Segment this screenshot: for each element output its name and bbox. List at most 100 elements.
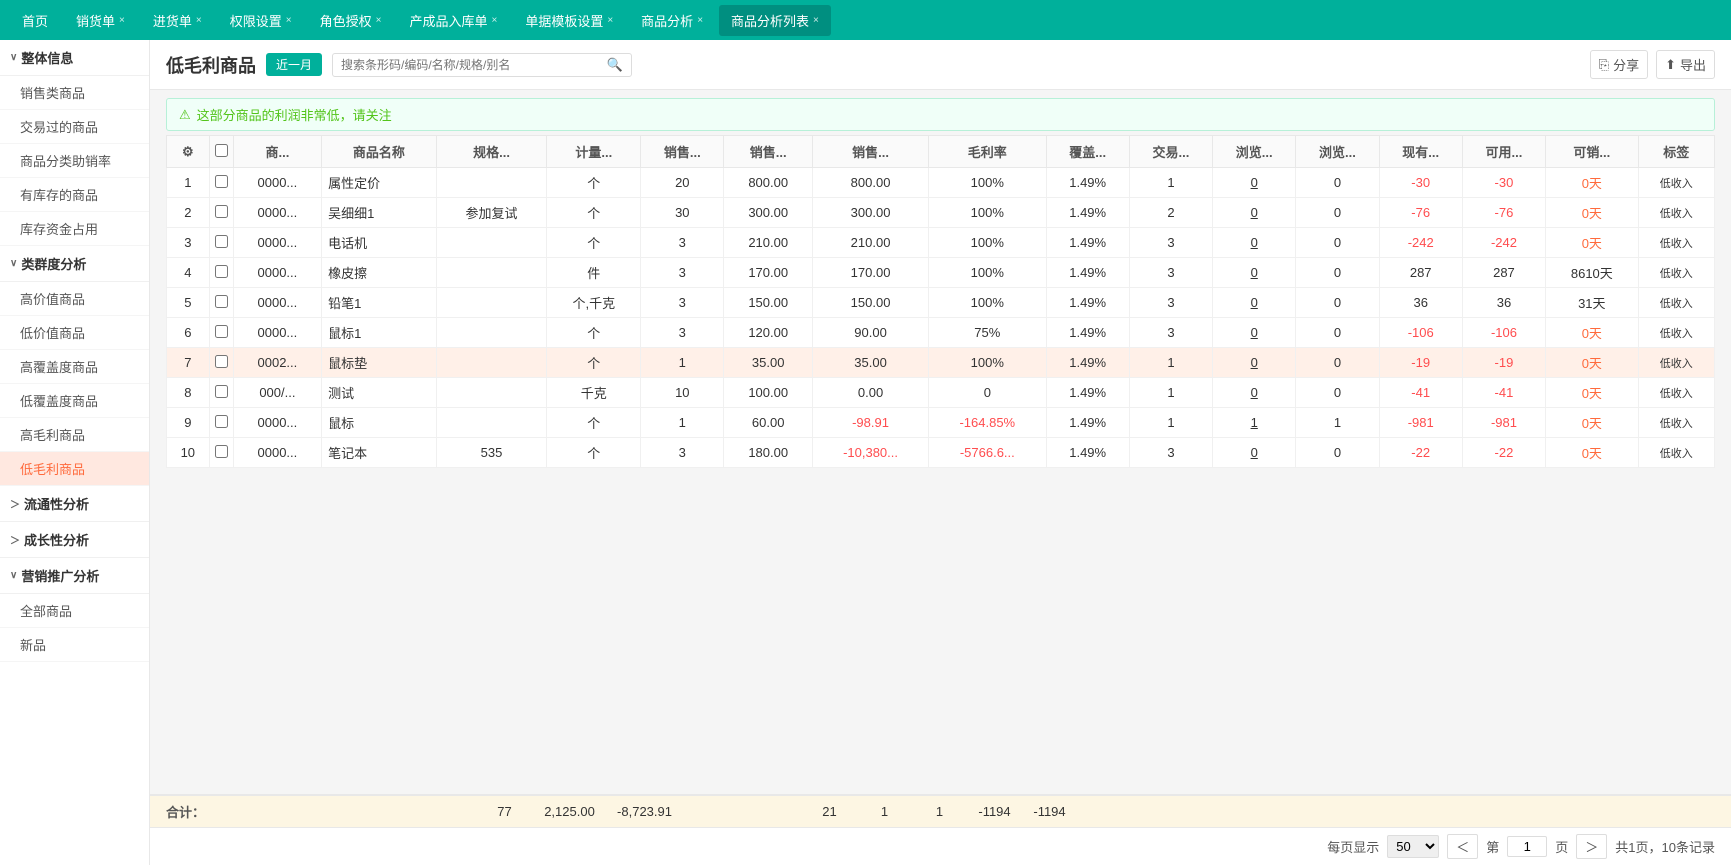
col-margin-header[interactable]: 毛利率 <box>929 136 1046 168</box>
period-button[interactable]: 近一月 <box>266 53 322 76</box>
close-icon[interactable]: × <box>376 15 382 26</box>
nav-sales-order[interactable]: 销货单 × <box>64 5 137 36</box>
nav-permission[interactable]: 权限设置 × <box>218 5 304 36</box>
nav-template-settings[interactable]: 单据模板设置 × <box>513 5 625 36</box>
col-sale-qty-header[interactable]: 销售... <box>641 136 724 168</box>
row-sale-amt: 35.00 <box>724 348 813 378</box>
row-checkbox[interactable] <box>215 295 228 308</box>
sidebar-group-title-cluster[interactable]: ∨ 类群度分析 <box>0 246 149 282</box>
col-trade-header[interactable]: 交易... <box>1129 136 1212 168</box>
row-view1[interactable]: 0 <box>1213 318 1296 348</box>
sidebar-item-high-coverage[interactable]: 高覆盖度商品 <box>0 350 149 384</box>
col-setting[interactable]: ⚙ <box>167 136 210 168</box>
per-page-select[interactable]: 50 100 <box>1387 835 1439 858</box>
sidebar-item-category-rate[interactable]: 商品分类助销率 <box>0 144 149 178</box>
table-row: 4 0000... 橡皮擦 件 3 170.00 170.00 100% 1.4… <box>167 258 1715 288</box>
col-coverage-header[interactable]: 覆盖... <box>1046 136 1129 168</box>
sidebar-item-high-margin[interactable]: 高毛利商品 <box>0 418 149 452</box>
row-checkbox-cell[interactable] <box>209 168 233 198</box>
col-sale-profit-header[interactable]: 销售... <box>812 136 928 168</box>
sidebar-group-title-growth[interactable]: ＞ 成长性分析 <box>0 522 149 558</box>
sidebar-item-traded-goods[interactable]: 交易过的商品 <box>0 110 149 144</box>
col-unit-header[interactable]: 计量... <box>547 136 641 168</box>
chevron-down-icon: ∨ <box>10 570 17 581</box>
row-checkbox[interactable] <box>215 325 228 338</box>
table-row: 3 0000... 电话机 个 3 210.00 210.00 100% 1.4… <box>167 228 1715 258</box>
sidebar-item-stock-capital[interactable]: 库存资金占用 <box>0 212 149 246</box>
row-checkbox-cell[interactable] <box>209 318 233 348</box>
sidebar-group-title-marketing[interactable]: ∨ 营销推广分析 <box>0 558 149 594</box>
nav-product-analysis[interactable]: 商品分析 × <box>629 5 715 36</box>
search-input[interactable] <box>341 58 603 72</box>
row-view1[interactable]: 0 <box>1213 378 1296 408</box>
row-checkbox[interactable] <box>215 355 228 368</box>
close-icon[interactable]: × <box>697 15 703 26</box>
close-icon[interactable]: × <box>286 15 292 26</box>
row-tag: 低收入 <box>1638 378 1714 408</box>
select-all-checkbox[interactable] <box>215 144 228 157</box>
row-checkbox[interactable] <box>215 175 228 188</box>
row-checkbox-cell[interactable] <box>209 228 233 258</box>
col-spec-header[interactable]: 规格... <box>436 136 547 168</box>
nav-role-auth[interactable]: 角色授权 × <box>308 5 394 36</box>
row-checkbox[interactable] <box>215 205 228 218</box>
nav-purchase-order[interactable]: 进货单 × <box>141 5 214 36</box>
col-code-header[interactable]: 商... <box>233 136 322 168</box>
row-view1[interactable]: 0 <box>1213 168 1296 198</box>
row-view1[interactable]: 0 <box>1213 228 1296 258</box>
nav-home[interactable]: 首页 <box>10 5 60 36</box>
sidebar-item-high-value[interactable]: 高价值商品 <box>0 282 149 316</box>
nav-product-entry[interactable]: 产成品入库单 × <box>397 5 509 36</box>
col-view2-header[interactable]: 浏览... <box>1296 136 1379 168</box>
close-icon[interactable]: × <box>813 15 819 26</box>
col-view1-header[interactable]: 浏览... <box>1213 136 1296 168</box>
share-button[interactable]: ⎘ 分享 <box>1590 50 1648 79</box>
row-checkbox-cell[interactable] <box>209 378 233 408</box>
current-page-input[interactable] <box>1507 836 1547 857</box>
row-checkbox-cell[interactable] <box>209 408 233 438</box>
nav-product-analysis-list[interactable]: 商品分析列表 × <box>719 5 831 36</box>
sidebar-item-new-goods[interactable]: 新品 <box>0 628 149 662</box>
export-button[interactable]: ⬆ 导出 <box>1656 50 1715 79</box>
row-checkbox-cell[interactable] <box>209 438 233 468</box>
col-sale-amt-header[interactable]: 销售... <box>724 136 813 168</box>
close-icon[interactable]: × <box>196 15 202 26</box>
col-name-header[interactable]: 商品名称 <box>322 136 436 168</box>
sidebar-item-in-stock[interactable]: 有库存的商品 <box>0 178 149 212</box>
row-checkbox[interactable] <box>215 445 228 458</box>
sidebar-item-low-value[interactable]: 低价值商品 <box>0 316 149 350</box>
sidebar-item-all-goods[interactable]: 全部商品 <box>0 594 149 628</box>
row-view1[interactable]: 0 <box>1213 198 1296 228</box>
sidebar-item-low-margin[interactable]: 低毛利商品 <box>0 452 149 486</box>
row-checkbox[interactable] <box>215 265 228 278</box>
col-tag-header[interactable]: 标签 <box>1638 136 1714 168</box>
close-icon[interactable]: × <box>607 15 613 26</box>
col-sellable-header[interactable]: 可销... <box>1546 136 1638 168</box>
col-available-header[interactable]: 可用... <box>1462 136 1545 168</box>
col-stock-header[interactable]: 现有... <box>1379 136 1462 168</box>
next-page-button[interactable]: ＞ <box>1576 834 1607 859</box>
row-checkbox-cell[interactable] <box>209 348 233 378</box>
col-checkbox[interactable] <box>209 136 233 168</box>
row-trade-count: 3 <box>1129 318 1212 348</box>
row-view1[interactable]: 0 <box>1213 288 1296 318</box>
sidebar-item-sales-goods[interactable]: 销售类商品 <box>0 76 149 110</box>
row-checkbox-cell[interactable] <box>209 258 233 288</box>
prev-page-button[interactable]: ＜ <box>1447 834 1478 859</box>
sidebar-group-title-overall[interactable]: ∨ 整体信息 <box>0 40 149 76</box>
row-checkbox[interactable] <box>215 235 228 248</box>
row-view1[interactable]: 1 <box>1213 408 1296 438</box>
row-checkbox-cell[interactable] <box>209 288 233 318</box>
row-view1[interactable]: 0 <box>1213 438 1296 468</box>
close-icon[interactable]: × <box>119 15 125 26</box>
row-tag: 低收入 <box>1638 198 1714 228</box>
row-checkbox-cell[interactable] <box>209 198 233 228</box>
close-icon[interactable]: × <box>491 15 497 26</box>
row-checkbox[interactable] <box>215 385 228 398</box>
search-icon[interactable]: 🔍 <box>607 57 623 73</box>
row-view1[interactable]: 0 <box>1213 258 1296 288</box>
row-view1[interactable]: 0 <box>1213 348 1296 378</box>
row-checkbox[interactable] <box>215 415 228 428</box>
sidebar-group-title-flow[interactable]: ＞ 流通性分析 <box>0 486 149 522</box>
sidebar-item-low-coverage[interactable]: 低覆盖度商品 <box>0 384 149 418</box>
